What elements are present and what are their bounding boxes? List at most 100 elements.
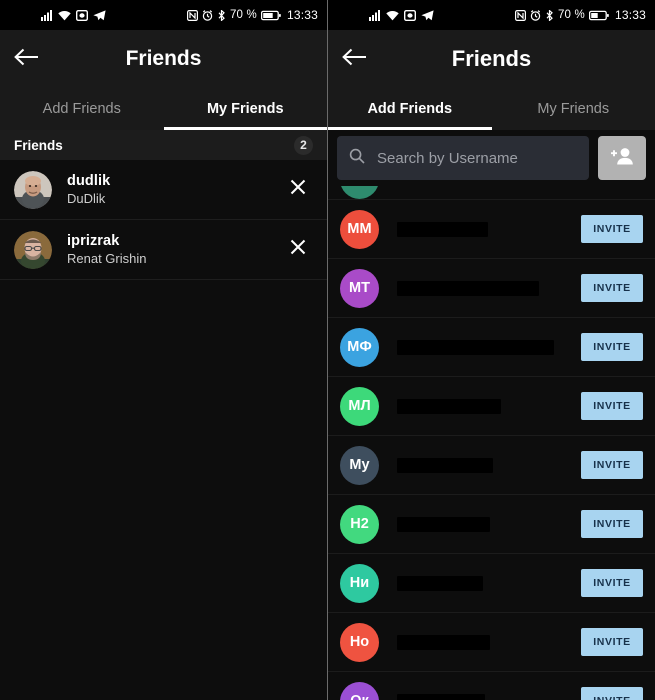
tab-add-friends[interactable]: Add Friends — [328, 88, 492, 130]
friend-row[interactable]: iprizrak Renat Grishin — [0, 220, 327, 280]
contact-list[interactable]: ММ INVITE МТ INVITE МФ INVITE МЛ INVITE Му INVITE… — [328, 186, 655, 700]
contact-name-redacted — [397, 634, 490, 650]
bluetooth-icon — [545, 9, 554, 21]
avatar: Н2 — [340, 504, 379, 544]
left-title-bar: Friends — [0, 30, 327, 88]
close-icon — [290, 179, 306, 200]
contact-row[interactable]: Н2 INVITE — [328, 495, 655, 554]
contact-row[interactable]: МТ INVITE — [328, 259, 655, 318]
close-icon — [290, 239, 306, 260]
status-bar-right-icons: 70 % 13:33 — [186, 8, 318, 22]
add-user-button[interactable] — [598, 136, 646, 180]
invite-button[interactable]: INVITE — [581, 215, 643, 243]
avatar: МФ — [340, 327, 379, 367]
status-bar-left-icons — [41, 9, 106, 21]
avatar: Ни — [340, 563, 379, 603]
contact-row[interactable]: МЛ INVITE — [328, 377, 655, 436]
friends-section-header: Friends 2 — [0, 130, 327, 160]
invite-button[interactable]: INVITE — [581, 569, 643, 597]
right-tab-bar: Add Friends My Friends — [328, 88, 655, 130]
wifi-icon — [58, 10, 71, 21]
invite-button[interactable]: INVITE — [581, 510, 643, 538]
friend-realname: Renat Grishin — [67, 251, 147, 266]
friend-name-block: dudlik DuDlik — [67, 173, 110, 206]
telegram-icon — [93, 9, 106, 21]
status-bar-left: 70 % 13:33 — [0, 0, 327, 30]
battery-percent: 70 % — [229, 9, 257, 21]
avatar: Му — [340, 445, 379, 485]
avatar — [14, 170, 52, 209]
contact-name-redacted — [397, 575, 483, 591]
search-placeholder: Search by Username — [377, 149, 518, 167]
back-button[interactable] — [0, 30, 52, 88]
alarm-icon — [202, 9, 213, 21]
avatar: Но — [340, 622, 379, 662]
avatar: Ок — [340, 681, 379, 700]
signal-bars-icon — [41, 9, 53, 21]
invite-button[interactable]: INVITE — [581, 274, 643, 302]
tab-my-friends[interactable]: My Friends — [164, 88, 328, 130]
battery-icon — [588, 10, 609, 21]
contact-row[interactable]: Му INVITE — [328, 436, 655, 495]
status-bar-clock: 13:33 — [286, 8, 318, 22]
bluetooth-icon — [217, 9, 226, 21]
friend-username: dudlik — [67, 173, 111, 189]
contact-row[interactable]: МФ INVITE — [328, 318, 655, 377]
contact-name-redacted — [397, 221, 488, 237]
tab-my-friends[interactable]: My Friends — [492, 88, 655, 130]
back-button[interactable] — [328, 30, 380, 88]
contact-name-redacted — [397, 693, 485, 700]
nfc-icon — [514, 9, 526, 21]
avatar — [340, 186, 379, 199]
search-input[interactable]: Search by Username — [337, 136, 589, 180]
remove-friend-button[interactable] — [281, 233, 315, 267]
tab-active-indicator — [163, 127, 327, 130]
right-title-bar: Friends — [328, 30, 655, 88]
invite-button[interactable]: INVITE — [581, 687, 643, 700]
telegram-icon — [421, 9, 434, 21]
dual-screenshot-container: 70 % 13:33 Friends Add Friends My Friend… — [0, 0, 655, 700]
back-arrow-icon — [13, 48, 39, 71]
friends-list: dudlik DuDlik iprizrak Renat Grishin — [0, 160, 327, 280]
left-tab-bar: Add Friends My Friends — [0, 88, 327, 130]
contact-row[interactable]: Ок INVITE — [328, 672, 655, 700]
search-bar: Search by Username — [328, 130, 655, 186]
avatar: ММ — [340, 209, 379, 249]
back-arrow-icon — [341, 48, 367, 71]
screen-capture-icon — [76, 9, 88, 21]
invite-button[interactable]: INVITE — [581, 392, 643, 420]
right-screen: 70 % 13:33 Friends Add Friends My Friend… — [328, 0, 655, 700]
status-bar-right-icons: 70 % 13:33 — [514, 8, 646, 22]
contact-name-redacted — [397, 516, 490, 532]
contact-row[interactable]: ММ INVITE — [328, 200, 655, 259]
invite-button[interactable]: INVITE — [581, 333, 643, 361]
nfc-icon — [186, 9, 198, 21]
contact-name-redacted — [397, 457, 493, 473]
friend-name-block: iprizrak Renat Grishin — [67, 233, 146, 266]
left-screen: 70 % 13:33 Friends Add Friends My Friend… — [0, 0, 327, 700]
battery-percent: 70 % — [557, 9, 585, 21]
avatar: МТ — [340, 268, 379, 308]
add-person-icon — [610, 146, 634, 171]
tab-add-friends[interactable]: Add Friends — [0, 88, 164, 130]
contact-name-redacted — [397, 339, 554, 355]
invite-button[interactable]: INVITE — [581, 451, 643, 479]
contact-row[interactable] — [328, 186, 655, 200]
contact-name-redacted — [397, 398, 501, 414]
tab-active-indicator — [328, 127, 492, 130]
status-bar-right: 70 % 13:33 — [328, 0, 655, 30]
friends-section-title: Friends — [14, 137, 63, 153]
alarm-icon — [530, 9, 541, 21]
search-icon — [349, 148, 365, 169]
contact-row[interactable]: Ни INVITE — [328, 554, 655, 613]
friends-count-badge: 2 — [294, 135, 313, 155]
friend-realname: DuDlik — [67, 191, 106, 206]
status-bar-clock: 13:33 — [614, 8, 646, 22]
screen-capture-icon — [404, 9, 416, 21]
contact-name-redacted — [397, 280, 539, 296]
friend-row[interactable]: dudlik DuDlik — [0, 160, 327, 220]
invite-button[interactable]: INVITE — [581, 628, 643, 656]
wifi-icon — [386, 10, 399, 21]
contact-row[interactable]: Но INVITE — [328, 613, 655, 672]
remove-friend-button[interactable] — [281, 173, 315, 207]
